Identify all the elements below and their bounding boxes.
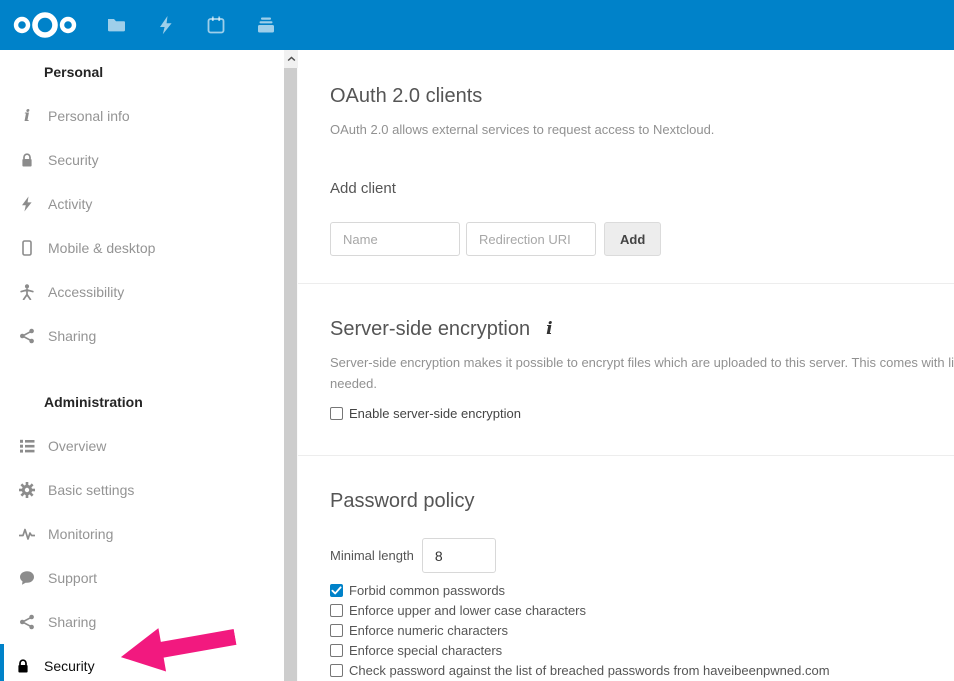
- enforce-special-checkbox[interactable]: [330, 644, 343, 657]
- encryption-description-line2: needed.: [330, 373, 954, 394]
- nextcloud-logo[interactable]: [13, 12, 79, 38]
- pulse-icon: [18, 525, 36, 543]
- top-header-bar: [0, 0, 954, 50]
- policy-row: Check password against the list of breac…: [330, 660, 954, 680]
- enable-encryption-label[interactable]: Enable server-side encryption: [349, 406, 521, 421]
- scrollbar-up-button[interactable]: [284, 50, 298, 68]
- forbid-common-passwords-checkbox[interactable]: [330, 584, 343, 597]
- phone-icon: [18, 239, 36, 257]
- policy-row: Enforce special characters: [330, 640, 954, 660]
- enable-encryption-checkbox[interactable]: [330, 407, 343, 420]
- minimal-length-input[interactable]: [422, 538, 496, 573]
- files-folder-icon[interactable]: [106, 15, 126, 35]
- encryption-section: Server-side encryption i Server-side enc…: [298, 283, 954, 455]
- encryption-description-line1: Server-side encryption makes it possible…: [330, 352, 954, 373]
- list-icon: [18, 437, 36, 455]
- oauth-section: OAuth 2.0 clients OAuth 2.0 allows exter…: [298, 50, 954, 283]
- lightning-icon: [18, 195, 36, 213]
- oauth-title: OAuth 2.0 clients: [330, 83, 954, 109]
- minimal-length-label: Minimal length: [330, 548, 414, 563]
- sidebar-item-sharing-admin[interactable]: Sharing: [0, 600, 284, 644]
- sidebar-scrollbar: [284, 50, 298, 681]
- lock-icon: [18, 151, 36, 169]
- share-icon: [18, 613, 36, 631]
- password-policy-options: Forbid common passwords Enforce upper an…: [330, 580, 954, 680]
- settings-content: OAuth 2.0 clients OAuth 2.0 allows exter…: [298, 50, 954, 681]
- sidebar-caption-administration: Administration: [0, 380, 284, 424]
- redirection-uri-input[interactable]: [466, 222, 596, 256]
- sidebar-item-basic-settings[interactable]: Basic settings: [0, 468, 284, 512]
- scrollbar-thumb[interactable]: [284, 68, 297, 681]
- policy-row: Forbid common passwords: [330, 580, 954, 600]
- sidebar-section-gap: [0, 358, 284, 380]
- lock-icon: [14, 657, 32, 675]
- chat-icon: [18, 569, 36, 587]
- add-client-label: Add client: [330, 180, 954, 197]
- password-policy-title: Password policy: [330, 488, 954, 514]
- sidebar-item-security-admin[interactable]: Security: [0, 644, 284, 681]
- sidebar-item-security-personal[interactable]: Security: [0, 138, 284, 182]
- settings-sidebar: Personal i Personal info Security Activi…: [0, 50, 284, 681]
- sidebar-item-mobile-desktop[interactable]: Mobile & desktop: [0, 226, 284, 270]
- sidebar-item-overview[interactable]: Overview: [0, 424, 284, 468]
- gear-icon: [18, 481, 36, 499]
- check-hibp-checkbox[interactable]: [330, 664, 343, 677]
- deck-icon[interactable]: [256, 15, 276, 35]
- encryption-title: Server-side encryption: [330, 316, 530, 342]
- add-client-button[interactable]: Add: [604, 222, 661, 256]
- sidebar-item-sharing-personal[interactable]: Sharing: [0, 314, 284, 358]
- client-name-input[interactable]: [330, 222, 460, 256]
- sidebar-item-activity[interactable]: Activity: [0, 182, 284, 226]
- share-icon: [18, 327, 36, 345]
- enforce-numeric-checkbox[interactable]: [330, 624, 343, 637]
- sidebar-item-monitoring[interactable]: Monitoring: [0, 512, 284, 556]
- app-navigation: [91, 15, 291, 35]
- calendar-icon[interactable]: [206, 15, 226, 35]
- sidebar-item-accessibility[interactable]: Accessibility: [0, 270, 284, 314]
- add-client-form: Add: [330, 222, 954, 256]
- info-icon: i: [18, 107, 36, 125]
- accessibility-icon: [18, 283, 36, 301]
- policy-row: Enforce numeric characters: [330, 620, 954, 640]
- info-icon[interactable]: i: [546, 321, 552, 338]
- activity-lightning-icon[interactable]: [156, 15, 176, 35]
- sidebar-caption-personal: Personal: [0, 50, 284, 94]
- sidebar-item-support[interactable]: Support: [0, 556, 284, 600]
- policy-row: Enforce upper and lower case characters: [330, 600, 954, 620]
- sidebar-item-personal-info[interactable]: i Personal info: [0, 94, 284, 138]
- password-policy-section: Password policy Minimal length Forbid co…: [298, 455, 954, 680]
- oauth-description: OAuth 2.0 allows external services to re…: [330, 119, 954, 140]
- enforce-case-checkbox[interactable]: [330, 604, 343, 617]
